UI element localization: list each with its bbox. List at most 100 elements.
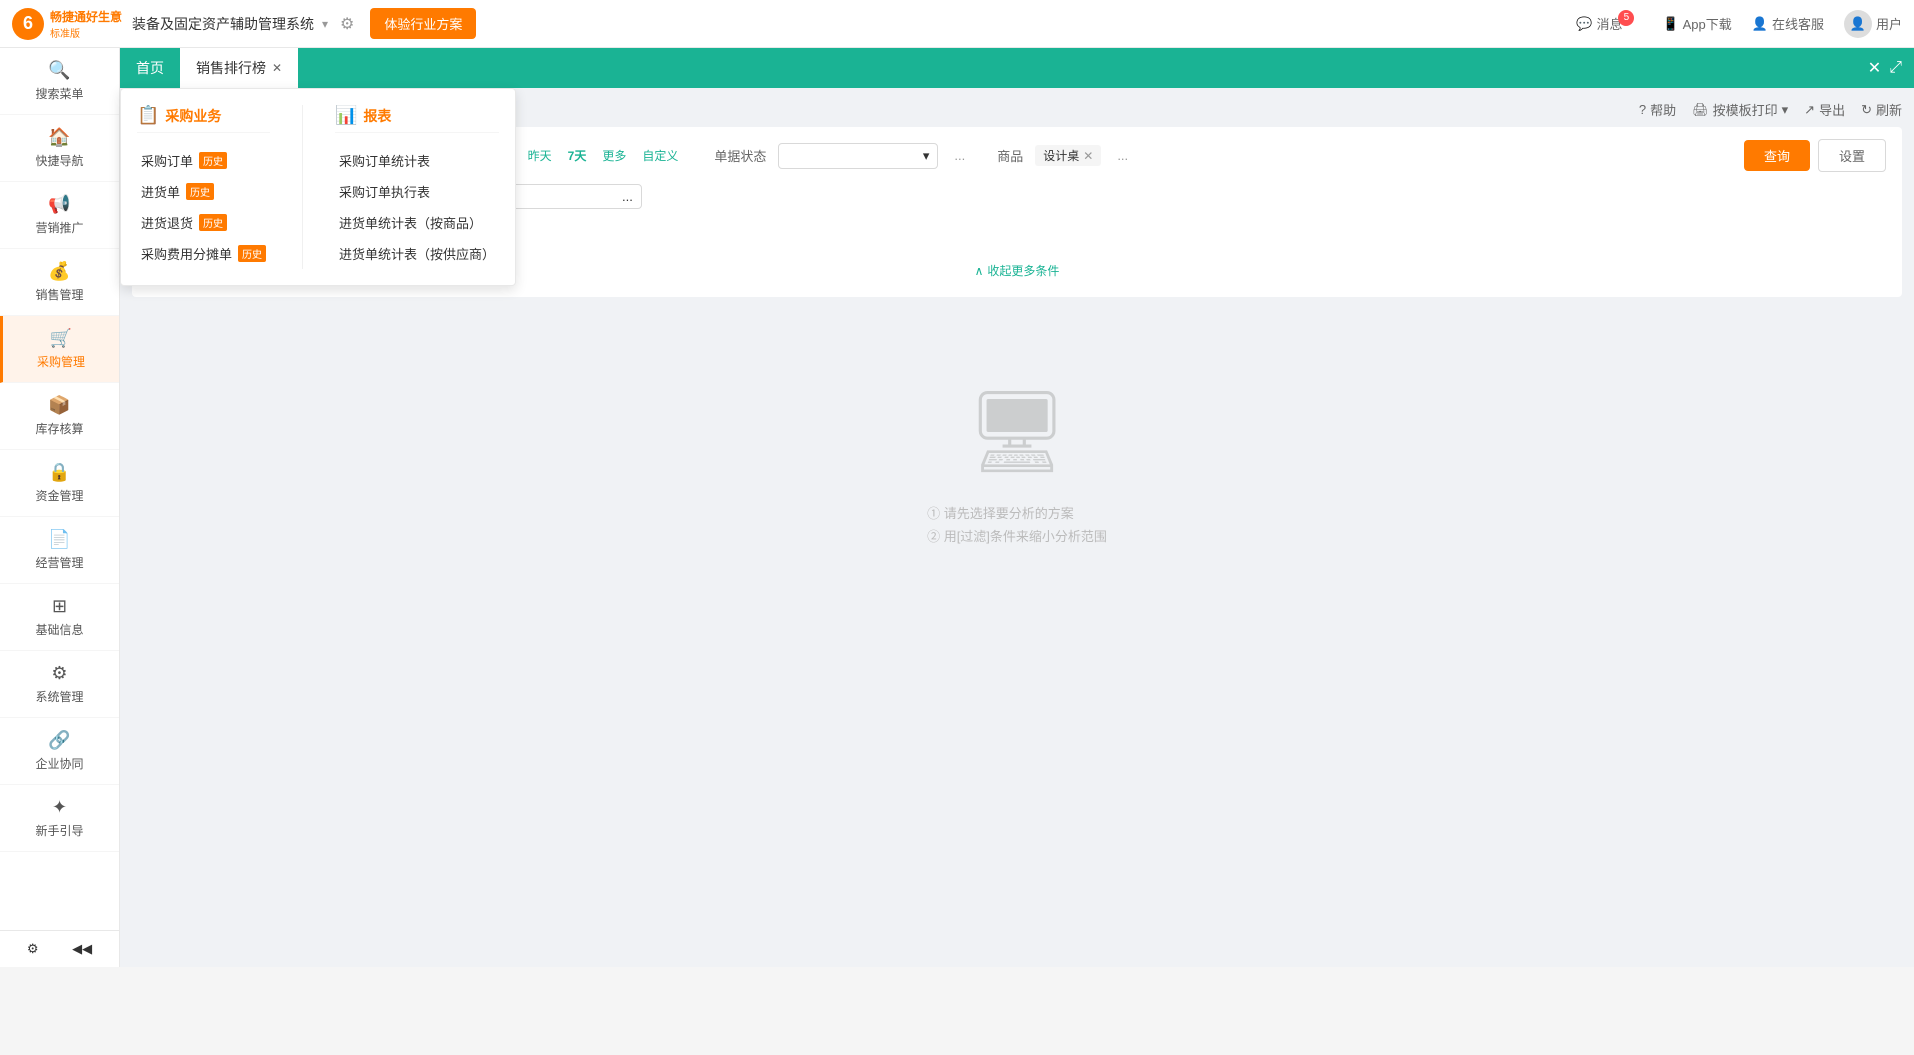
quick-date-7days[interactable]: 7天 xyxy=(564,145,591,166)
quick-date-yesterday[interactable]: 昨天 xyxy=(524,145,556,166)
tab-close-all-icon[interactable]: ✕ xyxy=(1868,58,1881,78)
logo-area: 6 畅捷通好生意 标准版 xyxy=(12,8,132,40)
menu-item-report-incoming-supplier[interactable]: 进货单统计表（按供应商） xyxy=(335,238,499,269)
sidebar-settings-icon[interactable]: ⚙ xyxy=(27,941,39,957)
quick-date-custom[interactable]: 自定义 xyxy=(638,145,682,166)
tab-home[interactable]: 首页 xyxy=(120,48,180,88)
collapse-icon: ∧ xyxy=(975,264,984,278)
user-area[interactable]: 👤 用户 xyxy=(1844,10,1902,38)
history-badge-1: 历史 xyxy=(186,183,214,200)
basic-info-icon: ⊞ xyxy=(52,596,67,617)
sidebar-item-marketing[interactable]: 📢 营销推广 xyxy=(0,182,119,249)
settings-btn[interactable]: 设置 xyxy=(1818,139,1886,172)
top-header: 6 畅捷通好生意 标准版 装备及固定资产辅助管理系统 ▾ ⚙ 体验行业方案 💬 … xyxy=(0,0,1914,48)
history-badge-0: 历史 xyxy=(199,152,227,169)
status-dropdown-icon: ▾ xyxy=(923,148,930,164)
sidebar-item-search[interactable]: 🔍 搜索菜单 xyxy=(0,48,119,115)
sidebar-item-inventory[interactable]: 📦 库存核算 xyxy=(0,383,119,450)
sidebar: 🔍 搜索菜单 🏠 快捷导航 📢 营销推广 💰 销售管理 🛒 采购管理 📦 库存核… xyxy=(0,48,120,967)
guide-icon: ✦ xyxy=(52,797,67,818)
goods-tag-close[interactable]: ✕ xyxy=(1083,149,1093,163)
status-select[interactable]: ▾ xyxy=(778,143,938,169)
purchase-menu-icon: 📋 xyxy=(137,105,159,126)
goods-more-icon[interactable]: ... xyxy=(1117,148,1128,163)
marketing-icon: 📢 xyxy=(48,194,70,215)
system-dropdown-arrow[interactable]: ▾ xyxy=(322,17,328,31)
report-column: 📊 报表 采购订单统计表 采购订单执行表 进货单统计表（按商品） 进货单统计表（… xyxy=(335,105,499,269)
sidebar-item-sales[interactable]: 💰 销售管理 xyxy=(0,249,119,316)
menu-item-report-order-stats[interactable]: 采购订单统计表 xyxy=(335,145,499,176)
sidebar-item-basic-info[interactable]: ⊞ 基础信息 xyxy=(0,584,119,651)
purchase-icon: 🛒 xyxy=(50,328,72,349)
message-icon: 💬 xyxy=(1576,16,1592,32)
settings-icon[interactable]: ⚙ xyxy=(340,14,354,34)
home-icon: 🏠 xyxy=(48,127,70,148)
system-title: 装备及固定资产辅助管理系统 xyxy=(132,14,314,34)
history-badge-3: 历史 xyxy=(238,245,266,262)
message-badge: 5 xyxy=(1618,10,1634,26)
sidebar-item-finance[interactable]: 🔒 资金管理 xyxy=(0,450,119,517)
refresh-icon: ↻ xyxy=(1861,102,1872,118)
status-more-icon[interactable]: ... xyxy=(954,148,965,163)
search-icon: 🔍 xyxy=(48,60,70,81)
goods-label: 商品 xyxy=(997,146,1023,165)
tab-expand-icon[interactable]: ⤢ xyxy=(1889,59,1902,77)
sidebar-item-operations[interactable]: 📄 经营管理 xyxy=(0,517,119,584)
menu-item-purchase-return[interactable]: 进货退货 历史 xyxy=(137,207,270,238)
sidebar-item-enterprise[interactable]: 🔗 企业协同 xyxy=(0,718,119,785)
finance-icon: 🔒 xyxy=(48,462,70,483)
purchase-section-title: 📋 采购业务 xyxy=(137,105,270,133)
inventory-icon: 📦 xyxy=(48,395,70,416)
export-btn[interactable]: ↗ 导出 xyxy=(1804,100,1845,119)
print-icon: 🖨 xyxy=(1692,102,1709,118)
tab-bar-right: ✕ ⤢ xyxy=(1868,58,1914,78)
menu-divider xyxy=(302,105,303,269)
export-icon: ↗ xyxy=(1804,102,1815,118)
menu-item-purchase-expense[interactable]: 采购费用分摊单 历史 xyxy=(137,238,270,269)
service-icon: 👤 xyxy=(1752,16,1768,32)
query-btn[interactable]: 查询 xyxy=(1744,140,1810,171)
help-btn[interactable]: ? 帮助 xyxy=(1639,100,1676,119)
empty-illustration: 🖥 xyxy=(966,385,1068,479)
sidebar-item-system[interactable]: ⚙ 系统管理 xyxy=(0,651,119,718)
empty-tips: 请先选择要分析的方案 用[过滤]条件来缩小分析范围 xyxy=(927,499,1107,549)
refresh-btn[interactable]: ↻ 刷新 xyxy=(1861,100,1902,119)
industry-btn[interactable]: 体验行业方案 xyxy=(370,8,476,39)
sales-icon: 💰 xyxy=(48,261,70,282)
menu-item-purchase-order[interactable]: 采购订单 历史 xyxy=(137,145,270,176)
sidebar-collapse-icon[interactable]: ◀◀ xyxy=(72,941,92,957)
goods-tag: 设计桌 ✕ xyxy=(1035,145,1101,166)
top-right: 💬 消息 5 📱 App下载 👤 在线客服 👤 用户 xyxy=(1576,10,1902,38)
enterprise-icon: 🔗 xyxy=(48,730,70,751)
history-badge-2: 历史 xyxy=(199,214,227,231)
sidebar-item-quick-nav[interactable]: 🏠 快捷导航 xyxy=(0,115,119,182)
online-service[interactable]: 👤 在线客服 xyxy=(1752,14,1824,33)
phone-icon: 📱 xyxy=(1662,16,1678,32)
menu-item-purchase-incoming[interactable]: 进货单 历史 xyxy=(137,176,270,207)
sidebar-bottom: ⚙ ◀◀ xyxy=(0,930,119,967)
tab-close-icon[interactable]: ✕ xyxy=(272,61,282,75)
quick-date-more[interactable]: 更多 xyxy=(598,145,630,166)
app-download[interactable]: 📱 App下载 xyxy=(1662,14,1731,33)
status-label: 单据状态 xyxy=(714,146,766,165)
report-menu-icon: 📊 xyxy=(335,105,357,126)
purchase-column: 📋 采购业务 采购订单 历史 进货单 历史 进货退货 历史 采购费用分摊单 历史 xyxy=(137,105,270,269)
system-title-area: 装备及固定资产辅助管理系统 ▾ ⚙ 体验行业方案 xyxy=(132,8,1576,39)
empty-state: 🖥 请先选择要分析的方案 用[过滤]条件来缩小分析范围 xyxy=(132,305,1902,629)
menu-item-report-incoming-goods[interactable]: 进货单统计表（按商品） xyxy=(335,207,499,238)
system-icon: ⚙ xyxy=(51,663,67,684)
print-btn[interactable]: 🖨 按模板打印 ▾ xyxy=(1692,100,1788,119)
sidebar-item-purchase[interactable]: 🛒 采购管理 xyxy=(0,316,119,383)
logo-icon: 6 xyxy=(12,8,44,40)
print-dropdown-icon: ▾ xyxy=(1782,102,1789,118)
message-item[interactable]: 💬 消息 5 xyxy=(1576,14,1642,33)
salesperson-more-icon: ... xyxy=(622,189,633,204)
tab-sales-ranking[interactable]: 销售排行榜 ✕ xyxy=(180,48,298,88)
avatar: 👤 xyxy=(1844,10,1872,38)
sidebar-item-guide[interactable]: ✦ 新手引导 xyxy=(0,785,119,852)
report-section-title: 📊 报表 xyxy=(335,105,499,133)
action-buttons: 查询 设置 xyxy=(1744,139,1886,172)
help-icon: ? xyxy=(1639,102,1646,117)
menu-item-report-order-exec[interactable]: 采购订单执行表 xyxy=(335,176,499,207)
tab-bar: 首页 销售排行榜 ✕ ✕ ⤢ xyxy=(120,48,1914,88)
